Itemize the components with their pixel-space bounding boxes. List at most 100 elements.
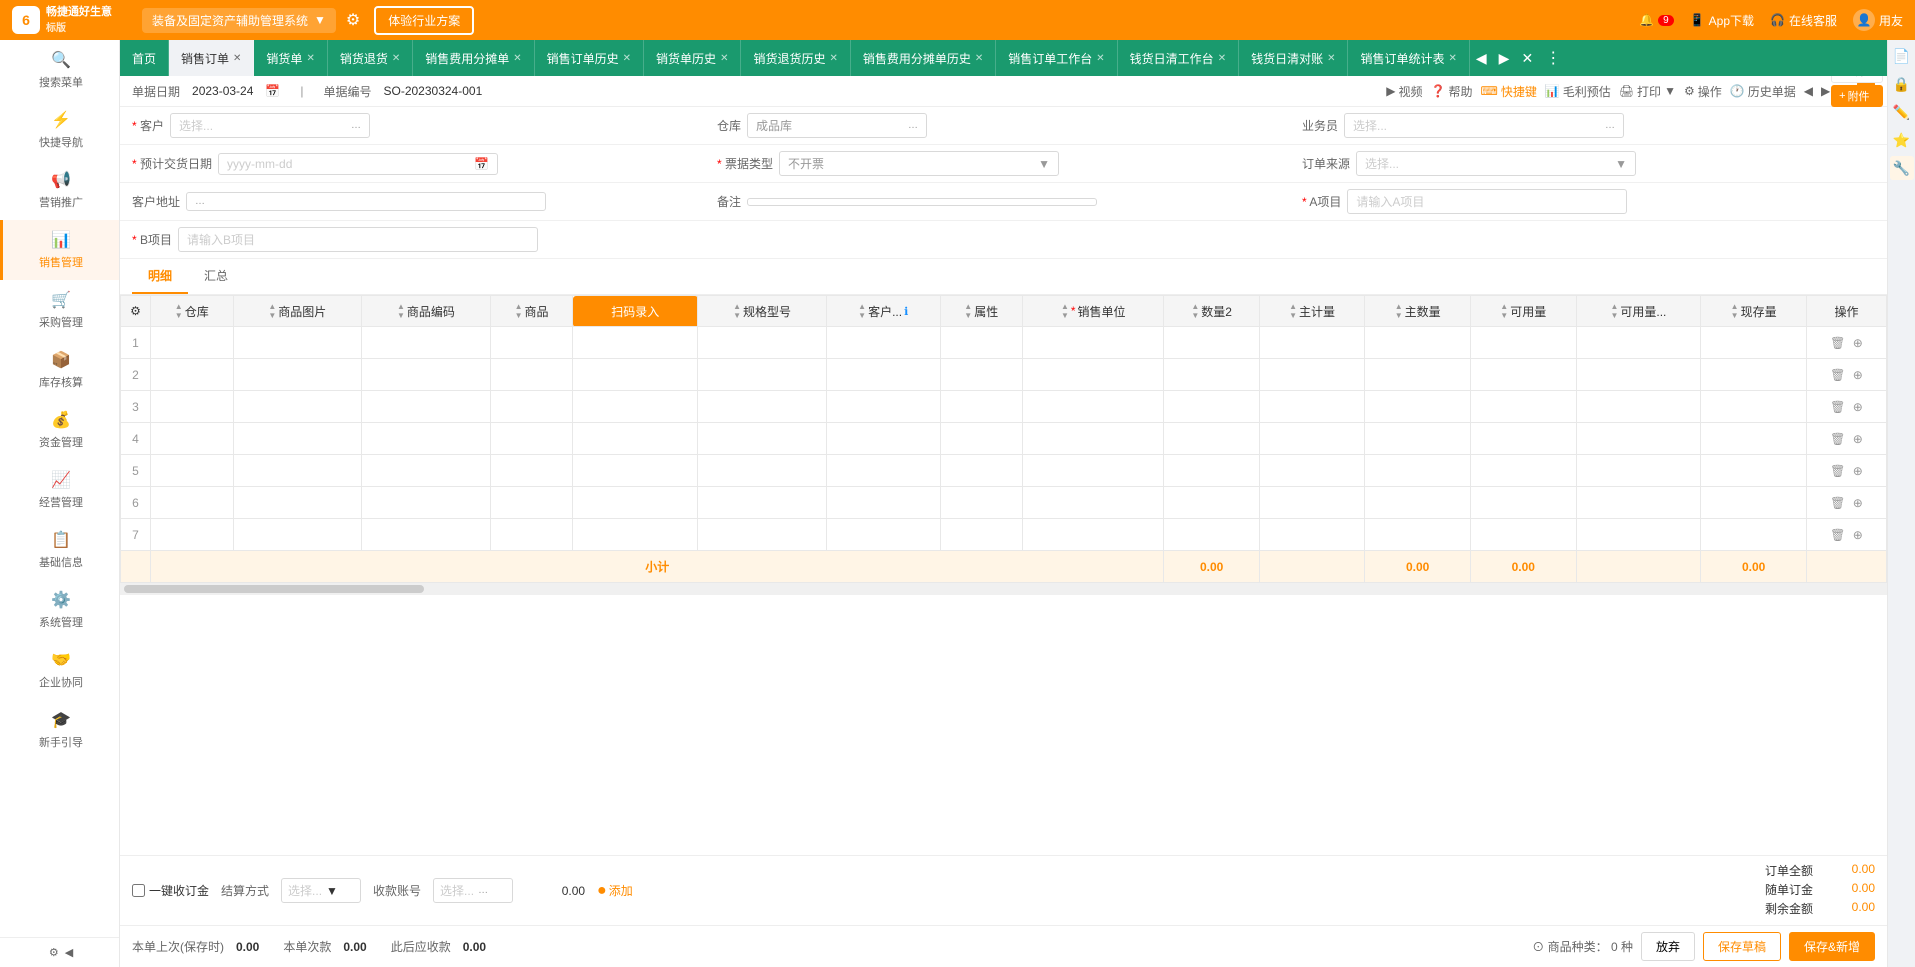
close-tab-return-history[interactable]: ✕ bbox=[829, 53, 837, 64]
col-spec[interactable]: ▲▼规格型号 bbox=[698, 296, 827, 327]
sidebar-item-purchase[interactable]: 🛒 采购管理 bbox=[0, 280, 119, 340]
add-deposit-btn[interactable]: ● 添加 bbox=[597, 882, 633, 900]
row-4-attr[interactable] bbox=[940, 423, 1023, 455]
close-tab-bill-history[interactable]: ✕ bbox=[720, 53, 728, 64]
row-2-code[interactable] bbox=[362, 359, 491, 391]
sidebar-bottom-settings[interactable]: ⚙ ◀ bbox=[0, 938, 119, 967]
row-4-warehouse[interactable] bbox=[151, 423, 234, 455]
row-1-main-qty[interactable] bbox=[1365, 327, 1471, 359]
close-tab-sales-bill[interactable]: ✕ bbox=[306, 53, 314, 64]
row-3-product[interactable] bbox=[490, 391, 573, 423]
row-5-scan[interactable] bbox=[573, 455, 698, 487]
row-2-warehouse[interactable] bbox=[151, 359, 234, 391]
row-1-warehouse[interactable] bbox=[151, 327, 234, 359]
row-2-actions[interactable]: 🗑 ⊕ bbox=[1806, 359, 1886, 391]
copy-icon[interactable]: ⊕ bbox=[1853, 368, 1863, 382]
row-6-qty2[interactable] bbox=[1164, 487, 1259, 519]
close-tab-fee-history[interactable]: ✕ bbox=[975, 53, 983, 64]
order-source-input[interactable]: 选择... ▼ bbox=[1356, 151, 1636, 176]
row-2-customer-code[interactable] bbox=[826, 359, 940, 391]
app-download-btn[interactable]: 📱 App下载 bbox=[1690, 12, 1754, 29]
row-4-main-qty[interactable] bbox=[1365, 423, 1471, 455]
col-main-qty[interactable]: ▲▼主数量 bbox=[1365, 296, 1471, 327]
tab-fee-history[interactable]: 销售费用分摊单历史 ✕ bbox=[851, 40, 996, 76]
row-6-attr[interactable] bbox=[940, 487, 1023, 519]
delete-icon[interactable]: 🗑 bbox=[1830, 464, 1845, 478]
row-5-spec[interactable] bbox=[698, 455, 827, 487]
close-tab-order-workbench[interactable]: ✕ bbox=[1096, 53, 1104, 64]
sidebar-item-finance[interactable]: 💰 资金管理 bbox=[0, 400, 119, 460]
row-5-code[interactable] bbox=[362, 455, 491, 487]
close-tab-daily-clear-workbench[interactable]: ✕ bbox=[1218, 53, 1226, 64]
sidebar-item-inventory[interactable]: 📦 库存核算 bbox=[0, 340, 119, 400]
row-4-customer-code[interactable] bbox=[826, 423, 940, 455]
settings-btn[interactable]: ⚙设置 bbox=[1831, 76, 1883, 83]
row-6-code[interactable] bbox=[362, 487, 491, 519]
col-product[interactable]: ▲▼商品 bbox=[490, 296, 573, 327]
sidebar-item-search[interactable]: 🔍 搜索菜单 bbox=[0, 40, 119, 100]
sidebar-item-sales[interactable]: 📊 销售管理 bbox=[0, 220, 119, 280]
quick-deposit-check[interactable]: 一键收订金 bbox=[132, 882, 209, 899]
row-7-actions[interactable]: 🗑 ⊕ bbox=[1806, 519, 1886, 551]
row-1-scan[interactable] bbox=[573, 327, 698, 359]
col-code[interactable]: ▲▼商品编码 bbox=[362, 296, 491, 327]
row-6-spec[interactable] bbox=[698, 487, 827, 519]
customer-input[interactable]: 选择... … bbox=[170, 113, 370, 138]
row-3-scan[interactable] bbox=[573, 391, 698, 423]
warehouse-input[interactable]: 成品库 … bbox=[747, 113, 927, 138]
account-select[interactable]: 选择... … bbox=[433, 878, 513, 903]
col-unit[interactable]: ▲▼*销售单位 bbox=[1023, 296, 1164, 327]
row-5-qty2[interactable] bbox=[1164, 455, 1259, 487]
row-2-scan[interactable] bbox=[573, 359, 698, 391]
col-available2[interactable]: ▲▼可用量... bbox=[1576, 296, 1701, 327]
col-qty2[interactable]: ▲▼数量2 bbox=[1164, 296, 1259, 327]
payment-method-select[interactable]: 选择... ▼ bbox=[281, 878, 361, 903]
row-5-actions[interactable]: 🗑 ⊕ bbox=[1806, 455, 1886, 487]
col-scan[interactable]: 扫码录入 bbox=[573, 296, 698, 327]
discard-button[interactable]: 放弃 bbox=[1641, 932, 1695, 961]
row-7-warehouse[interactable] bbox=[151, 519, 234, 551]
operation-btn[interactable]: ⚙操作 bbox=[1684, 83, 1722, 100]
tab-sales-bill[interactable]: 销货单 ✕ bbox=[254, 40, 327, 76]
deposit-amount[interactable]: 0.00 bbox=[525, 884, 585, 898]
row-3-code[interactable] bbox=[362, 391, 491, 423]
tab-menu-btn[interactable]: ⋮ bbox=[1539, 48, 1567, 68]
row-1-customer-code[interactable] bbox=[826, 327, 940, 359]
row-1-unit[interactable] bbox=[1023, 327, 1164, 359]
right-icon-lock[interactable]: 🔒 bbox=[1890, 72, 1914, 96]
tab-fee-split[interactable]: 销售费用分摊单 ✕ bbox=[413, 40, 534, 76]
row-2-unit[interactable] bbox=[1023, 359, 1164, 391]
tab-prev-btn[interactable]: ◀ bbox=[1470, 50, 1493, 67]
staff-input[interactable]: 选择... … bbox=[1344, 113, 1624, 138]
tab-return[interactable]: 销货退货 ✕ bbox=[328, 40, 413, 76]
row-4-spec[interactable] bbox=[698, 423, 827, 455]
scroll-thumb[interactable] bbox=[124, 585, 424, 593]
right-icon-edit[interactable]: ✏️ bbox=[1890, 100, 1914, 124]
tab-next-btn[interactable]: ▶ bbox=[1493, 50, 1516, 67]
row-6-main-qty[interactable] bbox=[1365, 487, 1471, 519]
row-1-spec[interactable] bbox=[698, 327, 827, 359]
shortcut-btn[interactable]: ⌨快捷键 bbox=[1481, 83, 1537, 100]
video-btn[interactable]: ▶视频 bbox=[1386, 83, 1422, 100]
solution-button[interactable]: 体验行业方案 bbox=[374, 6, 474, 35]
copy-icon[interactable]: ⊕ bbox=[1853, 336, 1863, 350]
row-7-attr[interactable] bbox=[940, 519, 1023, 551]
row-4-scan[interactable] bbox=[573, 423, 698, 455]
row-1-actions[interactable]: 🗑 ⊕ bbox=[1806, 327, 1886, 359]
sidebar-item-marketing[interactable]: 📢 营销推广 bbox=[0, 160, 119, 220]
tab-return-history[interactable]: 销货退货历史 ✕ bbox=[741, 40, 850, 76]
right-icon-tool[interactable]: 🔧 bbox=[1890, 156, 1914, 180]
right-icon-star[interactable]: ⭐ bbox=[1890, 128, 1914, 152]
row-7-code[interactable] bbox=[362, 519, 491, 551]
b-project-input[interactable]: 请输入B项目 bbox=[178, 227, 538, 252]
delete-icon[interactable]: 🗑 bbox=[1830, 368, 1845, 382]
row-5-product[interactable] bbox=[490, 455, 573, 487]
col-main-unit[interactable]: ▲▼主计量 bbox=[1259, 296, 1365, 327]
delete-icon[interactable]: 🗑 bbox=[1830, 432, 1845, 446]
row-6-warehouse[interactable] bbox=[151, 487, 234, 519]
save-draft-button[interactable]: 保存草稿 bbox=[1703, 932, 1781, 961]
delivery-input[interactable]: yyyy-mm-dd 📅 bbox=[218, 153, 498, 175]
row-7-customer-code[interactable] bbox=[826, 519, 940, 551]
row-6-customer-code[interactable] bbox=[826, 487, 940, 519]
sidebar-item-guide[interactable]: 🎓 新手引导 bbox=[0, 700, 119, 760]
